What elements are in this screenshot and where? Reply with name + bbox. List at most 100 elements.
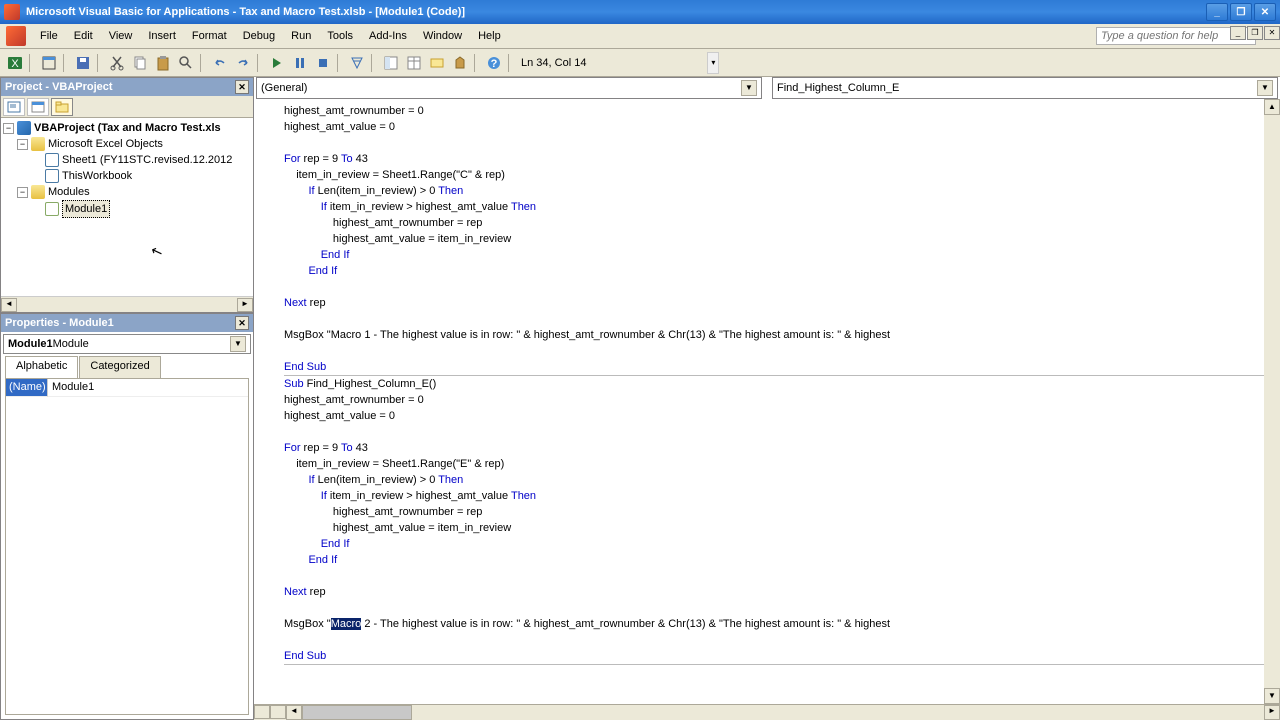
tree-excel-objects[interactable]: Microsoft Excel Objects	[48, 136, 163, 152]
svg-text:X: X	[11, 58, 19, 70]
standard-toolbar: X ? Ln 34, Col 14 ▾	[0, 49, 1280, 77]
tab-categorized[interactable]: Categorized	[79, 356, 160, 378]
vscroll-track[interactable]	[1264, 115, 1280, 688]
window-title: Microsoft Visual Basic for Applications …	[26, 6, 1206, 18]
close-button[interactable]: ✕	[1254, 3, 1276, 21]
tree-module1[interactable]: Module1	[62, 200, 110, 218]
property-value[interactable]: Module1	[48, 379, 248, 397]
hscroll-thumb[interactable]	[302, 705, 412, 720]
break-icon[interactable]	[289, 52, 311, 74]
menu-help[interactable]: Help	[470, 27, 509, 45]
code-editor[interactable]: highest_amt_rownumber = 0 highest_amt_va…	[254, 99, 1264, 704]
procedure-view-icon[interactable]	[254, 705, 270, 719]
minimize-button[interactable]: _	[1206, 3, 1228, 21]
menu-format[interactable]: Format	[184, 27, 235, 45]
properties-title: Properties - Module1 ✕	[1, 314, 253, 332]
property-row[interactable]: (Name)Module1	[6, 379, 248, 397]
dropdown-arrow-icon[interactable]: ▼	[1257, 80, 1273, 96]
cursor-position: Ln 34, Col 14	[521, 57, 586, 69]
hscroll-track[interactable]	[412, 705, 1264, 720]
project-explorer-icon[interactable]	[380, 52, 402, 74]
find-icon[interactable]	[175, 52, 197, 74]
properties-close[interactable]: ✕	[235, 316, 249, 330]
tree-project[interactable]: VBAProject (Tax and Macro Test.xls	[34, 120, 221, 136]
properties-caption: Properties - Module1	[5, 317, 114, 329]
menu-bar: File Edit View Insert Format Debug Run T…	[0, 24, 1280, 49]
properties-window-icon[interactable]	[403, 52, 425, 74]
run-icon[interactable]	[266, 52, 288, 74]
selected-text: Macro	[331, 618, 362, 630]
tree-sheet1[interactable]: Sheet1 (FY11STC.revised.12.2012	[62, 152, 232, 168]
workbook-icon	[45, 169, 59, 183]
vba-icon	[6, 26, 26, 46]
object-dropdown[interactable]: (General) ▼	[256, 77, 762, 99]
dropdown-arrow-icon[interactable]: ▼	[230, 336, 246, 352]
procedure-dropdown-value: Find_Highest_Column_E	[777, 82, 899, 94]
menu-window[interactable]: Window	[415, 27, 470, 45]
property-name: (Name)	[6, 379, 48, 397]
dropdown-arrow-icon[interactable]: ▼	[741, 80, 757, 96]
property-grid: (Name)Module1	[5, 378, 249, 715]
hscroll-right-icon[interactable]: ►	[1264, 705, 1280, 720]
hscroll-left-icon[interactable]: ◄	[1, 298, 17, 312]
insert-userform-icon[interactable]	[38, 52, 60, 74]
tree-thisworkbook[interactable]: ThisWorkbook	[62, 168, 132, 184]
vscroll-up-icon[interactable]: ▲	[1264, 99, 1280, 115]
copy-icon[interactable]	[129, 52, 151, 74]
mdi-minimize[interactable]: _	[1230, 26, 1246, 40]
project-explorer-close[interactable]: ✕	[235, 80, 249, 94]
mdi-restore[interactable]: ❐	[1247, 26, 1263, 40]
app-icon	[4, 4, 20, 20]
cursor-icon: ↖	[148, 242, 165, 262]
tree-collapse-icon[interactable]: −	[3, 123, 14, 134]
menu-edit[interactable]: Edit	[66, 27, 101, 45]
object-selector[interactable]: Module1 Module▼	[3, 334, 251, 354]
toolbar-overflow[interactable]: ▾	[707, 52, 719, 74]
reset-icon[interactable]	[312, 52, 334, 74]
hscroll-right-icon[interactable]: ►	[237, 298, 253, 312]
menu-file[interactable]: File	[32, 27, 66, 45]
paste-icon[interactable]	[152, 52, 174, 74]
mdi-close[interactable]: ✕	[1264, 26, 1280, 40]
tree-collapse-icon[interactable]: −	[17, 139, 28, 150]
help-icon[interactable]: ?	[483, 52, 505, 74]
project-explorer-title: Project - VBAProject ✕	[1, 78, 253, 96]
folder-icon	[31, 137, 45, 151]
full-module-view-icon[interactable]	[270, 705, 286, 719]
tree-modules[interactable]: Modules	[48, 184, 90, 200]
view-excel-icon[interactable]: X	[4, 52, 26, 74]
menu-view[interactable]: View	[101, 27, 141, 45]
toolbox-icon[interactable]	[449, 52, 471, 74]
object-browser-icon[interactable]	[426, 52, 448, 74]
design-mode-icon[interactable]	[346, 52, 368, 74]
folder-icon	[31, 185, 45, 199]
project-icon	[17, 121, 31, 135]
module-icon	[45, 202, 59, 216]
toggle-folders-icon[interactable]	[51, 98, 73, 116]
maximize-button[interactable]: ❐	[1230, 3, 1252, 21]
menu-debug[interactable]: Debug	[235, 27, 283, 45]
hscroll-left-icon[interactable]: ◄	[286, 705, 302, 720]
view-code-icon[interactable]	[3, 98, 25, 116]
object-dropdown-value: (General)	[261, 82, 307, 94]
save-icon[interactable]	[72, 52, 94, 74]
tree-collapse-icon[interactable]: −	[17, 187, 28, 198]
properties-window: Properties - Module1 ✕ Module1 Module ▼ A…	[0, 313, 254, 720]
project-explorer: Project - VBAProject ✕ −VBAProject (Tax …	[0, 77, 254, 313]
cut-icon[interactable]	[106, 52, 128, 74]
view-object-icon[interactable]	[27, 98, 49, 116]
menu-tools[interactable]: Tools	[319, 27, 361, 45]
tab-alphabetic[interactable]: Alphabetic	[5, 356, 78, 378]
svg-text:?: ?	[491, 58, 498, 70]
redo-icon[interactable]	[232, 52, 254, 74]
project-explorer-caption: Project - VBAProject	[5, 81, 113, 93]
worksheet-icon	[45, 153, 59, 167]
menu-insert[interactable]: Insert	[140, 27, 184, 45]
object-type: Module	[53, 338, 89, 350]
vscroll-down-icon[interactable]: ▼	[1264, 688, 1280, 704]
menu-addins[interactable]: Add-Ins	[361, 27, 415, 45]
procedure-dropdown[interactable]: Find_Highest_Column_E ▼	[772, 77, 1278, 99]
undo-icon[interactable]	[209, 52, 231, 74]
menu-run[interactable]: Run	[283, 27, 319, 45]
code-window: (General) ▼ Find_Highest_Column_E ▼ highes…	[254, 77, 1280, 720]
